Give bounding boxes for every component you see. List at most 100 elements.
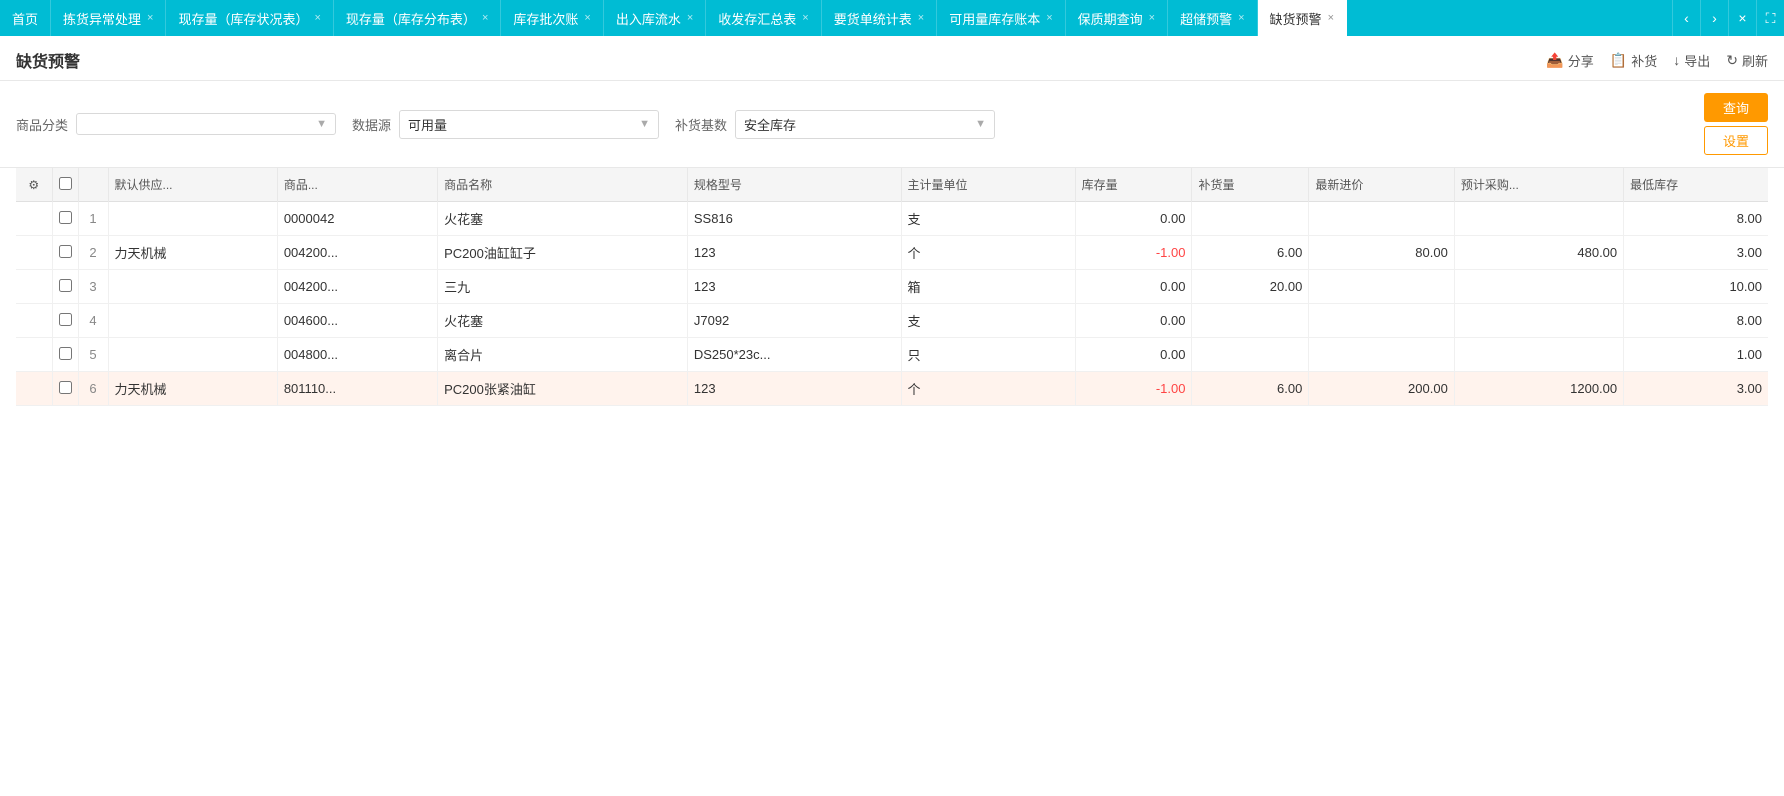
row-checkbox-cell[interactable] xyxy=(52,338,78,372)
th-gear[interactable]: ⚙ xyxy=(16,168,52,202)
tab-next-btn[interactable]: › xyxy=(1700,0,1728,36)
th-product-code[interactable]: 商品... xyxy=(277,168,437,202)
tab-inventory-dist[interactable]: 现存量（库存分布表） × xyxy=(334,0,501,36)
row-gear-cell xyxy=(16,236,52,270)
category-chevron-icon: ▼ xyxy=(316,118,327,130)
tab-close-inventory-dist[interactable]: × xyxy=(482,12,488,24)
query-button[interactable]: 查询 xyxy=(1704,93,1768,122)
tab-close-available-ledger[interactable]: × xyxy=(1046,12,1052,24)
row-checkbox-0[interactable] xyxy=(59,211,72,224)
tab-inventory-status[interactable]: 现存量（库存状况表） × xyxy=(166,0,333,36)
row-product-code-cell: 0000042 xyxy=(277,202,437,236)
datasource-filter-group: 数据源 可用量 ▼ xyxy=(352,110,659,139)
row-stock-qty-cell: -1.00 xyxy=(1075,372,1192,406)
row-checkbox-1[interactable] xyxy=(59,245,72,258)
row-checkbox-cell[interactable] xyxy=(52,270,78,304)
table-row: 6 力天机械 801110... PC200张紧油缸 123 个 -1.00 6… xyxy=(16,372,1768,406)
row-checkbox-2[interactable] xyxy=(59,279,72,292)
tab-expiry-query[interactable]: 保质期查询 × xyxy=(1066,0,1168,36)
tab-close-collect-summary[interactable]: × xyxy=(802,12,808,24)
tab-inout-flow[interactable]: 出入库流水 × xyxy=(604,0,706,36)
row-estimated-purchase-cell: 480.00 xyxy=(1454,236,1623,270)
tab-shortage-warning[interactable]: 缺货预警 × xyxy=(1258,0,1347,36)
row-checkbox-5[interactable] xyxy=(59,381,72,394)
row-supplier-cell: 力天机械 xyxy=(108,372,277,406)
replenish-base-select[interactable]: 安全库存 ▼ xyxy=(735,110,995,139)
row-supplier-cell xyxy=(108,338,277,372)
header-actions: 📤 分享 📋 补货 ↓ 导出 ↻ 刷新 xyxy=(1546,51,1768,70)
export-icon: ↓ xyxy=(1673,52,1680,68)
tab-close-abnormal[interactable]: × xyxy=(147,12,153,24)
tab-close-inventory-status[interactable]: × xyxy=(314,12,320,24)
th-checkbox[interactable] xyxy=(52,168,78,202)
th-spec[interactable]: 规格型号 xyxy=(687,168,901,202)
tab-close-expiry-query[interactable]: × xyxy=(1149,12,1155,24)
category-label: 商品分类 xyxy=(16,115,68,134)
tab-batch-account[interactable]: 库存批次账 × xyxy=(501,0,603,36)
tab-overstock-warning[interactable]: 超储预警 × xyxy=(1168,0,1257,36)
share-button[interactable]: 📤 分享 xyxy=(1546,51,1593,70)
row-spec-cell: 123 xyxy=(687,372,901,406)
select-all-checkbox[interactable] xyxy=(59,177,72,190)
row-spec-cell: DS250*23c... xyxy=(687,338,901,372)
settings-button[interactable]: 设置 xyxy=(1704,126,1768,155)
tab-close-shortage-warning[interactable]: × xyxy=(1328,12,1334,24)
tab-close-inout-flow[interactable]: × xyxy=(687,12,693,24)
row-min-stock-cell: 8.00 xyxy=(1624,202,1768,236)
replenish-button[interactable]: 📋 补货 xyxy=(1610,51,1657,70)
tab-demand-stat[interactable]: 要货单统计表 × xyxy=(822,0,937,36)
th-min-stock[interactable]: 最低库存 xyxy=(1624,168,1768,202)
row-checkbox-cell[interactable] xyxy=(52,304,78,338)
tab-close-all-btn[interactable]: × xyxy=(1728,0,1756,36)
th-num xyxy=(78,168,108,202)
tab-close-overstock-warning[interactable]: × xyxy=(1238,12,1244,24)
data-table: ⚙ 默认供应... 商品... 商品名称 xyxy=(16,168,1768,406)
row-checkbox-cell[interactable] xyxy=(52,202,78,236)
th-latest-price[interactable]: 最新进价 xyxy=(1309,168,1454,202)
category-select[interactable]: ▼ xyxy=(76,113,336,135)
row-num-cell: 4 xyxy=(78,304,108,338)
row-product-code-cell: 004800... xyxy=(277,338,437,372)
row-gear-cell xyxy=(16,270,52,304)
row-checkbox-cell[interactable] xyxy=(52,236,78,270)
row-stock-qty-cell: -1.00 xyxy=(1075,236,1192,270)
table-container: ⚙ 默认供应... 商品... 商品名称 xyxy=(0,168,1784,406)
row-num-cell: 6 xyxy=(78,372,108,406)
row-latest-price-cell: 80.00 xyxy=(1309,236,1454,270)
th-estimated-purchase[interactable]: 预计采购... xyxy=(1454,168,1623,202)
th-product-name[interactable]: 商品名称 xyxy=(438,168,688,202)
gear-icon: ⚙ xyxy=(28,178,39,192)
row-unit-cell: 支 xyxy=(901,202,1075,236)
row-product-name-cell: PC200张紧油缸 xyxy=(438,372,688,406)
datasource-select[interactable]: 可用量 ▼ xyxy=(399,110,659,139)
th-stock-qty[interactable]: 库存量 xyxy=(1075,168,1192,202)
tab-close-batch-account[interactable]: × xyxy=(584,12,590,24)
export-button[interactable]: ↓ 导出 xyxy=(1673,51,1710,70)
page-title: 缺货预警 xyxy=(16,48,80,72)
th-replenish-qty[interactable]: 补货量 xyxy=(1192,168,1309,202)
row-replenish-qty-cell xyxy=(1192,202,1309,236)
row-product-name-cell: 三九 xyxy=(438,270,688,304)
th-unit[interactable]: 主计量单位 xyxy=(901,168,1075,202)
tab-available-ledger[interactable]: 可用量库存账本 × xyxy=(937,0,1065,36)
datasource-value: 可用量 xyxy=(408,115,447,134)
tab-fullscreen-btn[interactable]: ⛶ xyxy=(1756,0,1784,36)
tab-prev-btn[interactable]: ‹ xyxy=(1672,0,1700,36)
refresh-button[interactable]: ↻ 刷新 xyxy=(1726,51,1768,70)
tab-close-demand-stat[interactable]: × xyxy=(918,12,924,24)
filter-bar: 商品分类 ▼ 数据源 可用量 ▼ 补货基数 安全库存 ▼ 查询 设置 xyxy=(0,81,1784,168)
tab-home[interactable]: 首页 xyxy=(0,0,51,36)
tab-abnormal[interactable]: 拣货异常处理 × xyxy=(51,0,166,36)
row-checkbox-4[interactable] xyxy=(59,347,72,360)
row-min-stock-cell: 8.00 xyxy=(1624,304,1768,338)
tab-collect-summary[interactable]: 收发存汇总表 × xyxy=(706,0,821,36)
th-default-supplier[interactable]: 默认供应... xyxy=(108,168,277,202)
filter-actions: 查询 设置 xyxy=(1704,93,1768,155)
row-unit-cell: 个 xyxy=(901,236,1075,270)
row-checkbox-cell[interactable] xyxy=(52,372,78,406)
row-min-stock-cell: 3.00 xyxy=(1624,236,1768,270)
table-body: 1 0000042 火花塞 SS816 支 0.00 8.00 2 力天机械 0… xyxy=(16,202,1768,406)
row-checkbox-3[interactable] xyxy=(59,313,72,326)
table-row: 1 0000042 火花塞 SS816 支 0.00 8.00 xyxy=(16,202,1768,236)
row-latest-price-cell: 200.00 xyxy=(1309,372,1454,406)
